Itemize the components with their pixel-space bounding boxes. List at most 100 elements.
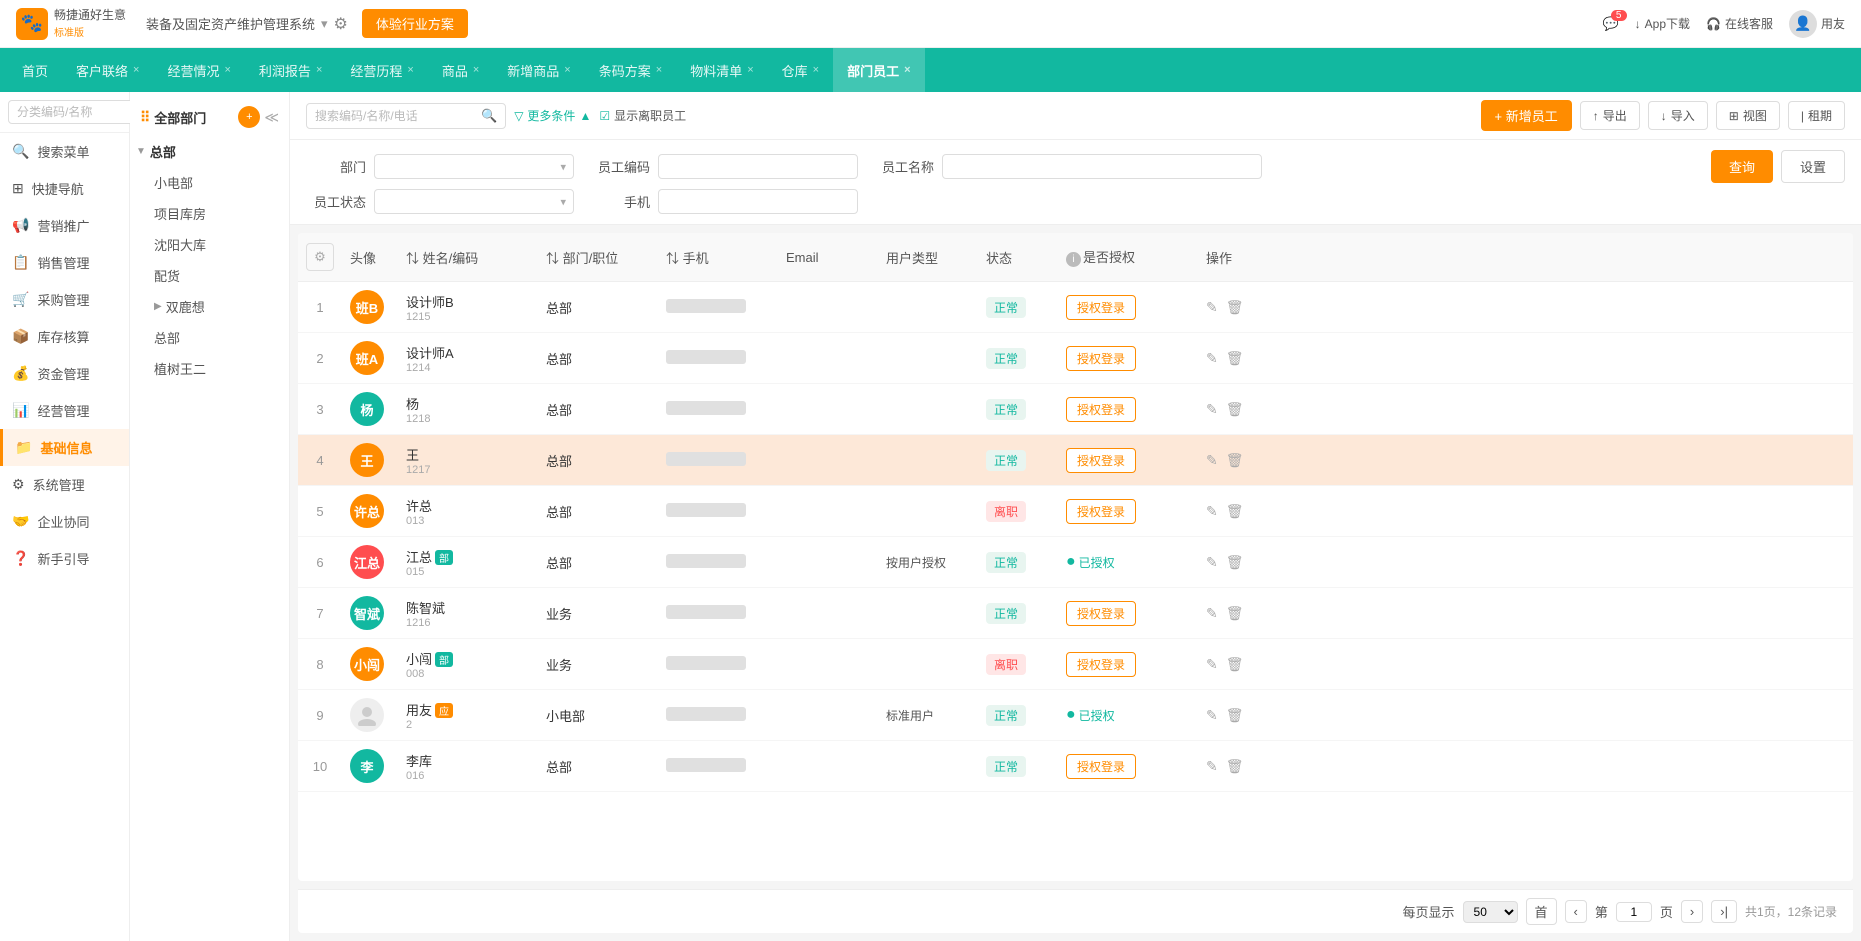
nav-item-profit[interactable]: 利润报告 ×	[245, 48, 336, 92]
auth-login-button[interactable]: 授权登录	[1066, 397, 1136, 422]
first-page-button[interactable]: 首	[1526, 898, 1557, 925]
phone-input[interactable]	[658, 189, 858, 214]
search-input[interactable]	[315, 109, 475, 123]
auth-login-button[interactable]: 授权登录	[1066, 601, 1136, 626]
sidebar-item-guide[interactable]: ❓ 新手引导	[0, 540, 129, 577]
delete-button[interactable]: 🗑	[1226, 758, 1244, 775]
online-service-link[interactable]: 🎧 在线客服	[1706, 15, 1773, 32]
edit-button[interactable]: ✎	[1206, 554, 1218, 571]
delete-button[interactable]: 🗑	[1226, 707, 1244, 724]
edit-button[interactable]: ✎	[1206, 452, 1218, 469]
page-number-input[interactable]	[1616, 902, 1652, 922]
nav-item-goods[interactable]: 商品 ×	[428, 48, 493, 92]
tree-item-shenyang[interactable]: 沈阳大库	[130, 229, 289, 260]
tree-item-headquarters[interactable]: ▼ 总部	[130, 136, 289, 167]
sidebar-item-system[interactable]: ⚙ 系统管理	[0, 466, 129, 503]
chevron-down-icon[interactable]: ▾	[321, 16, 328, 32]
edit-button[interactable]: ✎	[1206, 401, 1218, 418]
nav-item-crm[interactable]: 客户联络 ×	[62, 48, 153, 92]
edit-button[interactable]: ✎	[1206, 503, 1218, 520]
edit-button[interactable]: ✎	[1206, 656, 1218, 673]
delete-button[interactable]: 🗑	[1226, 605, 1244, 622]
user-avatar[interactable]: 👤 用友	[1789, 10, 1845, 38]
delete-button[interactable]: 🗑	[1226, 350, 1244, 367]
next-page-button[interactable]: ›	[1681, 900, 1703, 923]
sidebar-item-search[interactable]: 🔍 搜索菜单	[0, 133, 129, 170]
dept-select[interactable]	[374, 154, 574, 179]
nav-item-history[interactable]: 经营历程 ×	[336, 48, 427, 92]
edit-button[interactable]: ✎	[1206, 350, 1218, 367]
tree-item-hq[interactable]: 总部	[130, 322, 289, 353]
sidebar-item-inventory[interactable]: 📦 库存核算	[0, 318, 129, 355]
message-icon[interactable]: 💬 5	[1602, 16, 1618, 32]
search-icon[interactable]: 🔍	[481, 108, 497, 124]
sidebar-item-basic[interactable]: 📁 基础信息	[0, 429, 129, 466]
edit-button[interactable]: ✎	[1206, 707, 1218, 724]
close-icon[interactable]: ×	[473, 64, 479, 76]
sort-icon[interactable]: ⇅	[546, 251, 559, 266]
close-icon[interactable]: ×	[904, 64, 910, 76]
tree-item-small-elec[interactable]: 小电部	[130, 167, 289, 198]
delete-button[interactable]: 🗑	[1226, 401, 1244, 418]
sidebar-item-sales[interactable]: 📋 销售管理	[0, 244, 129, 281]
nav-item-employees[interactable]: 部门员工 ×	[833, 48, 924, 92]
add-dept-button[interactable]: +	[238, 106, 260, 128]
auth-login-button[interactable]: 授权登录	[1066, 754, 1136, 779]
close-icon[interactable]: ×	[133, 64, 139, 76]
nav-item-barcode[interactable]: 条码方案 ×	[585, 48, 676, 92]
last-page-button[interactable]: ›|	[1711, 900, 1737, 923]
show-resigned-checkbox[interactable]: ☑ 显示离职员工	[599, 107, 686, 124]
nav-item-bom[interactable]: 物料清单 ×	[676, 48, 767, 92]
add-employee-button[interactable]: + 新增员工	[1481, 100, 1572, 131]
collapse-tree-button[interactable]: ≪	[264, 109, 279, 126]
set-button[interactable]: 设置	[1781, 150, 1845, 183]
delete-button[interactable]: 🗑	[1226, 299, 1244, 316]
emp-name-input[interactable]	[942, 154, 1262, 179]
sidebar-item-marketing[interactable]: 📢 营销推广	[0, 207, 129, 244]
auth-login-button[interactable]: 授权登录	[1066, 346, 1136, 371]
nav-item-new-goods[interactable]: 新增商品 ×	[493, 48, 584, 92]
page-size-select[interactable]: 50 100 200	[1463, 901, 1518, 923]
sidebar-item-finance[interactable]: 💰 资金管理	[0, 355, 129, 392]
delete-button[interactable]: 🗑	[1226, 452, 1244, 469]
view-button[interactable]: ⊞ 视图	[1716, 101, 1780, 130]
tree-item-planting[interactable]: 植树王二	[130, 353, 289, 384]
emp-code-input[interactable]	[658, 154, 858, 179]
sidebar-item-shortcut[interactable]: ⊞ 快捷导航	[0, 170, 129, 207]
sidebar-item-coop[interactable]: 🤝 企业协同	[0, 503, 129, 540]
auth-login-button[interactable]: 授权登录	[1066, 652, 1136, 677]
close-icon[interactable]: ×	[813, 64, 819, 76]
tree-item-doublu[interactable]: ▶ 双鹿想	[130, 291, 289, 322]
prev-page-button[interactable]: ‹	[1565, 900, 1587, 923]
query-button[interactable]: 查询	[1711, 150, 1773, 183]
auth-login-button[interactable]: 授权登录	[1066, 448, 1136, 473]
edit-button[interactable]: ✎	[1206, 605, 1218, 622]
close-icon[interactable]: ×	[747, 64, 753, 76]
edit-button[interactable]: ✎	[1206, 758, 1218, 775]
sort-icon[interactable]: ⇅	[406, 251, 419, 266]
settings-button[interactable]: | 租期	[1788, 101, 1845, 130]
more-conditions-button[interactable]: ▽ 更多条件 ▲	[514, 107, 591, 124]
delete-button[interactable]: 🗑	[1226, 503, 1244, 520]
close-icon[interactable]: ×	[316, 64, 322, 76]
sidebar-item-purchase[interactable]: 🛒 采购管理	[0, 281, 129, 318]
auth-login-button[interactable]: 授权登录	[1066, 499, 1136, 524]
delete-button[interactable]: 🗑	[1226, 656, 1244, 673]
auth-login-button[interactable]: 授权登录	[1066, 295, 1136, 320]
tree-item-project-warehouse[interactable]: 项目库房	[130, 198, 289, 229]
column-settings-icon[interactable]: ⚙	[306, 243, 334, 271]
close-icon[interactable]: ×	[564, 64, 570, 76]
close-icon[interactable]: ×	[407, 64, 413, 76]
export-button[interactable]: ↑ 导出	[1580, 101, 1640, 130]
nav-item-warehouse[interactable]: 仓库 ×	[768, 48, 833, 92]
gear-icon[interactable]: ⚙	[334, 14, 348, 34]
trial-button[interactable]: 体验行业方案	[362, 9, 468, 38]
close-icon[interactable]: ×	[224, 64, 230, 76]
app-download-link[interactable]: ↓ App下载	[1635, 15, 1690, 32]
nav-item-home[interactable]: 首页	[8, 48, 62, 92]
status-select[interactable]	[374, 189, 574, 214]
import-button[interactable]: ↓ 导入	[1648, 101, 1708, 130]
tree-item-distribution[interactable]: 配货	[130, 260, 289, 291]
close-icon[interactable]: ×	[656, 64, 662, 76]
delete-button[interactable]: 🗑	[1226, 554, 1244, 571]
